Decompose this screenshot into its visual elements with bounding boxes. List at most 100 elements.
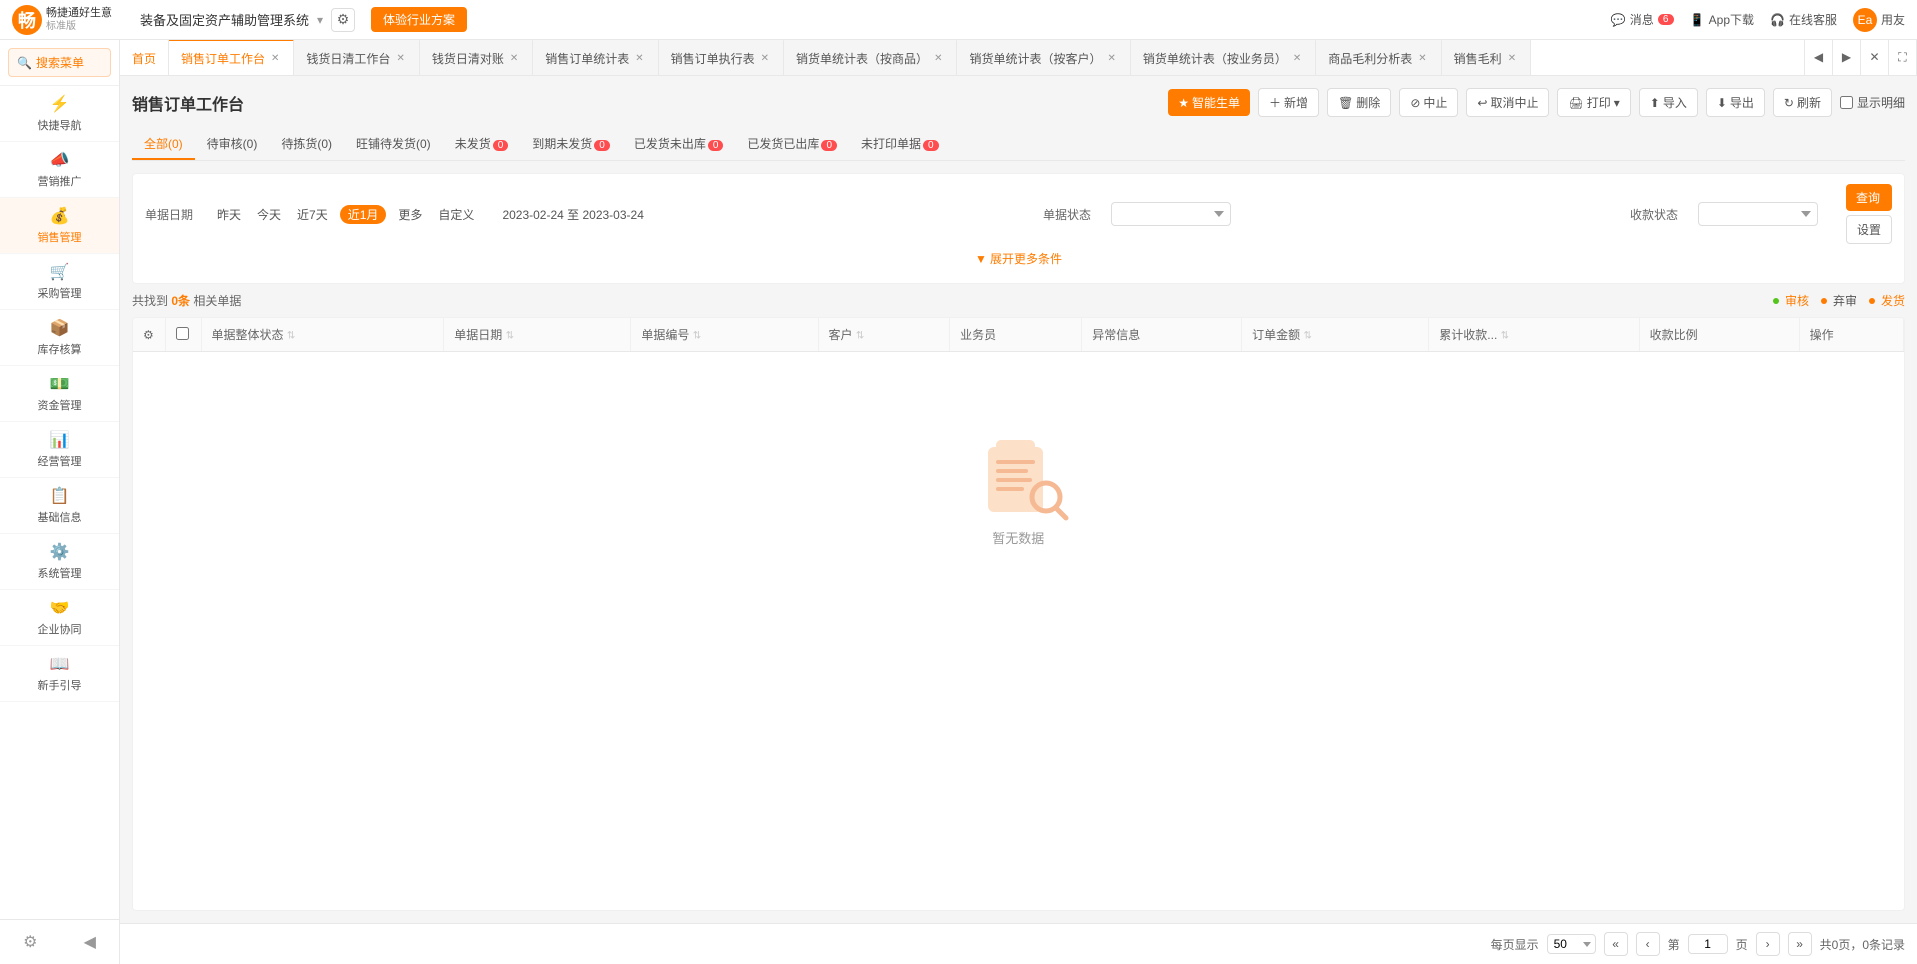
close-icon[interactable]: ✕ — [1506, 52, 1518, 65]
close-icon[interactable]: ✕ — [932, 52, 944, 65]
export-button[interactable]: ⬇ 导出 — [1706, 88, 1765, 117]
select-all-checkbox[interactable] — [176, 327, 189, 340]
refresh-button[interactable]: ↻ 刷新 — [1773, 88, 1832, 117]
th-gear[interactable]: ⚙ — [133, 318, 165, 352]
sort-icon[interactable]: ⇅ — [506, 330, 514, 341]
gear-icon[interactable]: ⚙ — [331, 8, 355, 32]
search-menu-button[interactable]: 🔍 搜索菜单 — [8, 48, 111, 77]
date-opt-1month[interactable]: 近1月 — [340, 205, 387, 224]
tab-gross-profit[interactable]: 商品毛利分析表 ✕ — [1316, 40, 1441, 75]
per-page-select[interactable]: 50 20 100 200 — [1547, 934, 1596, 954]
close-icon[interactable]: ✕ — [1291, 52, 1303, 65]
app-download-button[interactable]: 📱 App下载 — [1690, 11, 1754, 28]
settings-bottom-icon[interactable]: ⚙ — [15, 928, 45, 956]
subtab-unprinted[interactable]: 未打印单据0 — [849, 129, 951, 160]
date-opt-custom[interactable]: 自定义 — [434, 204, 478, 225]
chevron-down-icon[interactable]: ▾ — [317, 13, 323, 27]
query-button[interactable]: 查询 — [1846, 184, 1892, 211]
tab-close-all-button[interactable]: ✕ — [1861, 40, 1889, 75]
online-service-button[interactable]: 🎧 在线客服 — [1770, 11, 1837, 28]
page-number-input[interactable] — [1688, 934, 1728, 954]
subtab-all[interactable]: 全部(0) — [132, 129, 195, 160]
date-opt-7days[interactable]: 近7天 — [293, 204, 332, 225]
sidebar-item-inventory[interactable]: 📦 库存核算 — [0, 310, 119, 366]
sidebar-item-purchase[interactable]: 🛒 采购管理 — [0, 254, 119, 310]
sort-icon[interactable]: ⇅ — [1304, 330, 1312, 341]
sort-icon[interactable]: ⇅ — [856, 330, 864, 341]
th-payment-ratio: 收款比例 — [1639, 318, 1799, 352]
sidebar-item-quicknav[interactable]: ⚡ 快捷导航 — [0, 86, 119, 142]
status-select[interactable] — [1111, 202, 1231, 226]
smart-generate-button[interactable]: ★ 智能生单 — [1168, 89, 1250, 116]
close-icon[interactable]: ✕ — [1105, 52, 1117, 65]
sidebar-item-basic[interactable]: 📋 基础信息 — [0, 478, 119, 534]
show-detail-checkbox-label[interactable]: 显示明细 — [1840, 94, 1905, 111]
tab-shipment-stats-customer[interactable]: 销货单统计表（按客户） ✕ — [957, 40, 1130, 75]
review-action-button[interactable]: 审核 — [1773, 292, 1809, 309]
sidebar-item-system[interactable]: ⚙️ 系统管理 — [0, 534, 119, 590]
close-icon[interactable]: ✕ — [269, 52, 281, 65]
tab-sales-order-workbench[interactable]: 销售订单工作台 ✕ — [169, 40, 294, 75]
print-button[interactable]: 🖨 打印 ▾ — [1557, 88, 1630, 117]
user-menu-button[interactable]: Ea 用友 — [1853, 8, 1905, 32]
message-button[interactable]: 💬 消息 6 — [1611, 11, 1674, 28]
sidebar-item-label: 销售管理 — [38, 229, 82, 245]
expand-conditions-button[interactable]: ▼ 展开更多条件 — [975, 250, 1062, 267]
sidebar-item-guide[interactable]: 📖 新手引导 — [0, 646, 119, 702]
tab-daily-reconciliation[interactable]: 钱货日清对账 ✕ — [420, 40, 533, 75]
subtab-wangpu-pending[interactable]: 旺铺待发货(0) — [344, 129, 443, 160]
tab-fullscreen-button[interactable]: ⛶ — [1889, 40, 1917, 75]
cancel-stop-button[interactable]: ↩ 取消中止 — [1466, 88, 1549, 117]
tab-shipment-stats-product[interactable]: 销货单统计表（按商品） ✕ — [784, 40, 957, 75]
tab-daily-clear-workbench[interactable]: 钱货日清工作台 ✕ — [294, 40, 419, 75]
subtab-overdue-unshipped[interactable]: 到期未发货0 — [520, 129, 622, 160]
close-icon[interactable]: ✕ — [1416, 52, 1428, 65]
tab-home[interactable]: 首页 — [120, 40, 169, 75]
close-icon[interactable]: ✕ — [508, 52, 520, 65]
add-button[interactable]: ＋ 新增 — [1258, 88, 1319, 117]
show-detail-checkbox[interactable] — [1840, 96, 1853, 109]
main-content: 销售订单工作台 ★ 智能生单 ＋ 新增 🗑 删除 — [120, 76, 1917, 923]
subtab-pending-review[interactable]: 待审核(0) — [195, 129, 270, 160]
collapse-icon[interactable]: ◀ — [76, 928, 104, 956]
date-opt-more[interactable]: 更多 — [394, 204, 426, 225]
pagination-total: 共0页，0条记录 — [1820, 936, 1905, 953]
date-opt-today[interactable]: 今天 — [253, 204, 285, 225]
first-page-button[interactable]: « — [1604, 932, 1628, 956]
page-header: 销售订单工作台 ★ 智能生单 ＋ 新增 🗑 删除 — [132, 88, 1905, 117]
payment-select[interactable] — [1698, 202, 1818, 226]
sidebar-item-operations[interactable]: 📊 经营管理 — [0, 422, 119, 478]
last-page-button[interactable]: » — [1788, 932, 1812, 956]
sidebar-item-finance[interactable]: 💵 资金管理 — [0, 366, 119, 422]
stop-button[interactable]: ⊘ 中止 — [1399, 88, 1458, 117]
subtab-shipped-out[interactable]: 已发货已出库0 — [735, 129, 849, 160]
tab-sales-order-exec[interactable]: 销售订单执行表 ✕ — [659, 40, 784, 75]
sidebar-item-cooperation[interactable]: 🤝 企业协同 — [0, 590, 119, 646]
tab-sales-order-stats[interactable]: 销售订单统计表 ✕ — [533, 40, 658, 75]
close-icon[interactable]: ✕ — [394, 52, 406, 65]
unreviewed-action-button[interactable]: 弃审 — [1821, 292, 1857, 309]
sort-icon[interactable]: ⇅ — [1501, 330, 1509, 341]
import-button[interactable]: ⬆ 导入 — [1639, 88, 1698, 117]
sidebar-item-sales[interactable]: 💰 销售管理 — [0, 198, 119, 254]
settings-button[interactable]: 设置 — [1846, 215, 1892, 244]
sort-icon[interactable]: ⇅ — [693, 330, 701, 341]
sidebar-item-marketing[interactable]: 📣 营销推广 — [0, 142, 119, 198]
close-icon[interactable]: ✕ — [759, 52, 771, 65]
experience-button[interactable]: 体验行业方案 — [371, 7, 467, 32]
sort-icon[interactable]: ⇅ — [287, 330, 295, 341]
prev-page-button[interactable]: ‹ — [1636, 932, 1660, 956]
date-opt-yesterday[interactable]: 昨天 — [213, 204, 245, 225]
tab-shipment-stats-salesperson[interactable]: 销货单统计表（按业务员） ✕ — [1131, 40, 1316, 75]
next-page-button[interactable]: › — [1756, 932, 1780, 956]
subtab-shipped-not-out[interactable]: 已发货未出库0 — [622, 129, 736, 160]
close-icon[interactable]: ✕ — [633, 52, 645, 65]
subtab-pending-pick[interactable]: 待拣货(0) — [269, 129, 344, 160]
subtab-unshipped[interactable]: 未发货0 — [443, 129, 521, 160]
tab-sales-margin[interactable]: 销售毛利 ✕ — [1442, 40, 1531, 75]
tab-scroll-right-button[interactable]: ▶ — [1833, 40, 1861, 75]
delete-button[interactable]: 🗑 删除 — [1327, 88, 1391, 117]
ship-action-button[interactable]: 发货 — [1869, 292, 1905, 309]
th-checkbox[interactable] — [165, 318, 201, 352]
tab-scroll-left-button[interactable]: ◀ — [1805, 40, 1833, 75]
